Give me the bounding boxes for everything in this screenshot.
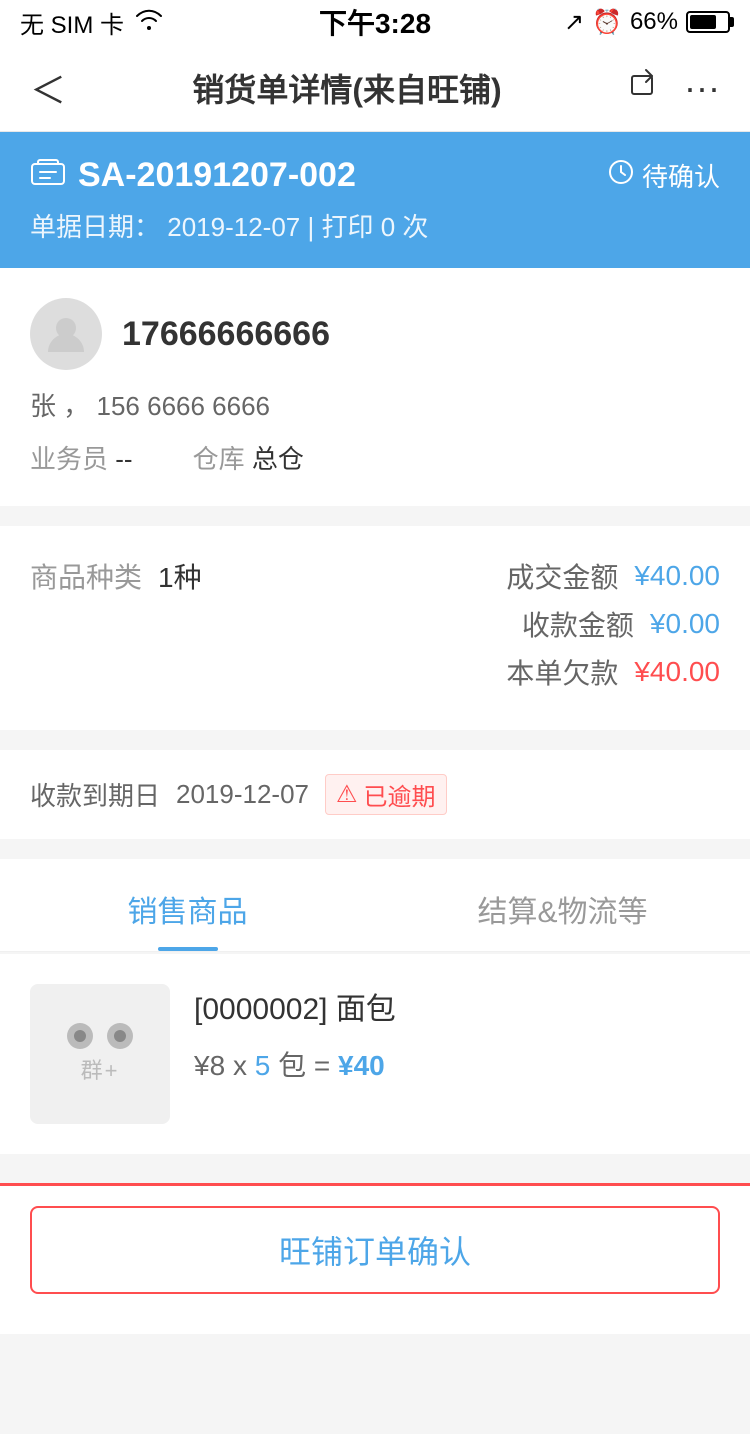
status-right: ↗ ⏰ 66% — [564, 8, 730, 37]
product-row: 群+ [0000002] 面包 ¥8 x 5 包 = ¥40 — [30, 984, 720, 1124]
date-label: 单据日期： — [30, 212, 160, 242]
order-id: SA-20191207-002 — [30, 156, 356, 195]
due-date-label: 收款到期日 — [30, 776, 160, 813]
order-header: SA-20191207-002 待确认 单据日期： 2019-12-07 | 打… — [0, 132, 750, 268]
product-total: ¥40 — [338, 1050, 385, 1081]
product-logo: 群+ — [50, 1024, 150, 1084]
back-button[interactable]: ＜ — [30, 62, 66, 114]
confirm-button[interactable]: 旺铺订单确认 — [30, 1206, 720, 1294]
product-type-value: 1种 — [158, 556, 202, 596]
owl-eye-left — [67, 1023, 93, 1049]
customer-sub: 张 ， 156 6666 6666 — [30, 386, 720, 423]
warehouse-field: 仓库 总仓 — [193, 439, 304, 476]
summary-row: 商品种类 1种 成交金额 ¥40.00 收款金额 ¥0.00 本单欠款 ¥40.… — [30, 556, 720, 700]
summary-section: 商品种类 1种 成交金额 ¥40.00 收款金额 ¥0.00 本单欠款 ¥40.… — [0, 526, 750, 730]
equals-symbol: = — [314, 1050, 338, 1081]
order-id-icon — [30, 156, 66, 195]
page-title: 销货单详情(来自旺铺) — [192, 65, 501, 111]
owed-amount-label: 本单欠款 — [506, 652, 618, 692]
tab-sales-products-label: 销售商品 — [128, 896, 248, 929]
order-date-row: 单据日期： 2019-12-07 | 打印 0 次 — [30, 207, 720, 244]
customer-meta: 业务员 -- 仓库 总仓 — [30, 439, 720, 476]
nav-actions: ··· — [628, 67, 720, 109]
battery-percent: 66% — [630, 8, 678, 36]
status-time: 下午3:28 — [319, 2, 431, 42]
more-icon[interactable]: ··· — [684, 67, 720, 109]
print-count: 0 — [381, 212, 395, 242]
deal-amount-row: 成交金额 ¥40.00 — [506, 556, 720, 596]
product-code: [0000002] — [194, 993, 327, 1026]
nav-bar: ＜ 销货单详情(来自旺铺) ··· — [0, 44, 750, 132]
alarm-icon: ⏰ — [592, 8, 622, 37]
share-icon[interactable] — [628, 67, 660, 109]
product-title: 面包 — [336, 993, 396, 1026]
tab-settlement-logistics[interactable]: 结算&物流等 — [375, 859, 750, 951]
owed-amount-value: ¥40.00 — [634, 656, 720, 688]
owl-text: 群+ — [81, 1053, 120, 1085]
salesman-field: 业务员 -- — [30, 439, 133, 476]
product-qty: 5 — [255, 1050, 271, 1081]
bottom-bar: 旺铺订单确认 — [0, 1183, 750, 1334]
salesman-label: 业务员 — [30, 444, 108, 474]
print-separator: | 打印 — [307, 212, 380, 242]
received-amount-row: 收款金额 ¥0.00 — [506, 604, 720, 644]
amounts-block: 成交金额 ¥40.00 收款金额 ¥0.00 本单欠款 ¥40.00 — [506, 556, 720, 700]
warehouse-label: 仓库 — [193, 444, 245, 474]
due-date-section: 收款到期日 2019-12-07 ⚠ 已逾期 — [0, 750, 750, 839]
customer-section: 17666666666 张 ， 156 6666 6666 业务员 -- 仓库 … — [0, 268, 750, 506]
tab-sales-products[interactable]: 销售商品 — [0, 859, 375, 951]
deal-amount-value: ¥40.00 — [634, 560, 720, 592]
product-info: [0000002] 面包 ¥8 x 5 包 = ¥40 — [194, 984, 720, 1084]
owl-eyes — [67, 1023, 133, 1049]
tabs-section: 销售商品 结算&物流等 — [0, 859, 750, 952]
owl-eye-right — [107, 1023, 133, 1049]
product-unit-price: ¥8 — [194, 1050, 225, 1081]
overdue-badge: ⚠ 已逾期 — [325, 774, 447, 815]
tabs-row: 销售商品 结算&物流等 — [0, 859, 750, 952]
product-thumbnail: 群+ — [30, 984, 170, 1124]
due-date-value: 2019-12-07 — [176, 779, 309, 810]
product-section: 群+ [0000002] 面包 ¥8 x 5 包 = ¥40 — [0, 954, 750, 1154]
product-price-row: ¥8 x 5 包 = ¥40 — [194, 1044, 720, 1084]
order-id-text: SA-20191207-002 — [78, 156, 356, 195]
tab-settlement-logistics-label: 结算&物流等 — [477, 896, 647, 929]
print-unit: 次 — [402, 212, 428, 242]
warehouse-value: 总仓 — [252, 444, 304, 474]
product-name: [0000002] 面包 — [194, 984, 720, 1028]
product-unit: 包 — [278, 1050, 306, 1081]
multiply-symbol: x — [233, 1050, 255, 1081]
product-type-field: 商品种类 1种 — [30, 556, 202, 596]
wifi-icon — [134, 8, 164, 37]
location-icon: ↗ — [564, 8, 584, 37]
status-bar: 无 SIM 卡 下午3:28 ↗ ⏰ 66% — [0, 0, 750, 44]
customer-row: 17666666666 — [30, 298, 720, 370]
status-text: 待确认 — [642, 157, 720, 194]
customer-phone-alt: 156 6666 6666 — [97, 391, 271, 421]
deal-amount-label: 成交金额 — [506, 556, 618, 596]
product-type-label: 商品种类 — [30, 556, 142, 596]
customer-phone: 17666666666 — [122, 315, 330, 354]
status-left: 无 SIM 卡 — [20, 5, 164, 40]
order-date-value: 2019-12-07 — [167, 212, 300, 242]
customer-alt-phone: ， — [63, 391, 89, 421]
received-amount-value: ¥0.00 — [650, 608, 720, 640]
order-status: 待确认 — [608, 157, 720, 194]
received-amount-label: 收款金额 — [522, 604, 634, 644]
order-id-row: SA-20191207-002 待确认 — [30, 156, 720, 195]
overdue-text: 已逾期 — [364, 777, 436, 812]
carrier-label: 无 SIM 卡 — [20, 5, 124, 40]
salesman-value: -- — [115, 444, 132, 474]
overdue-icon: ⚠ — [336, 780, 358, 809]
customer-name-label: 张 — [30, 391, 56, 421]
status-clock-icon — [608, 159, 634, 192]
customer-avatar — [30, 298, 102, 370]
owed-amount-row: 本单欠款 ¥40.00 — [506, 652, 720, 692]
battery-icon — [686, 11, 730, 33]
